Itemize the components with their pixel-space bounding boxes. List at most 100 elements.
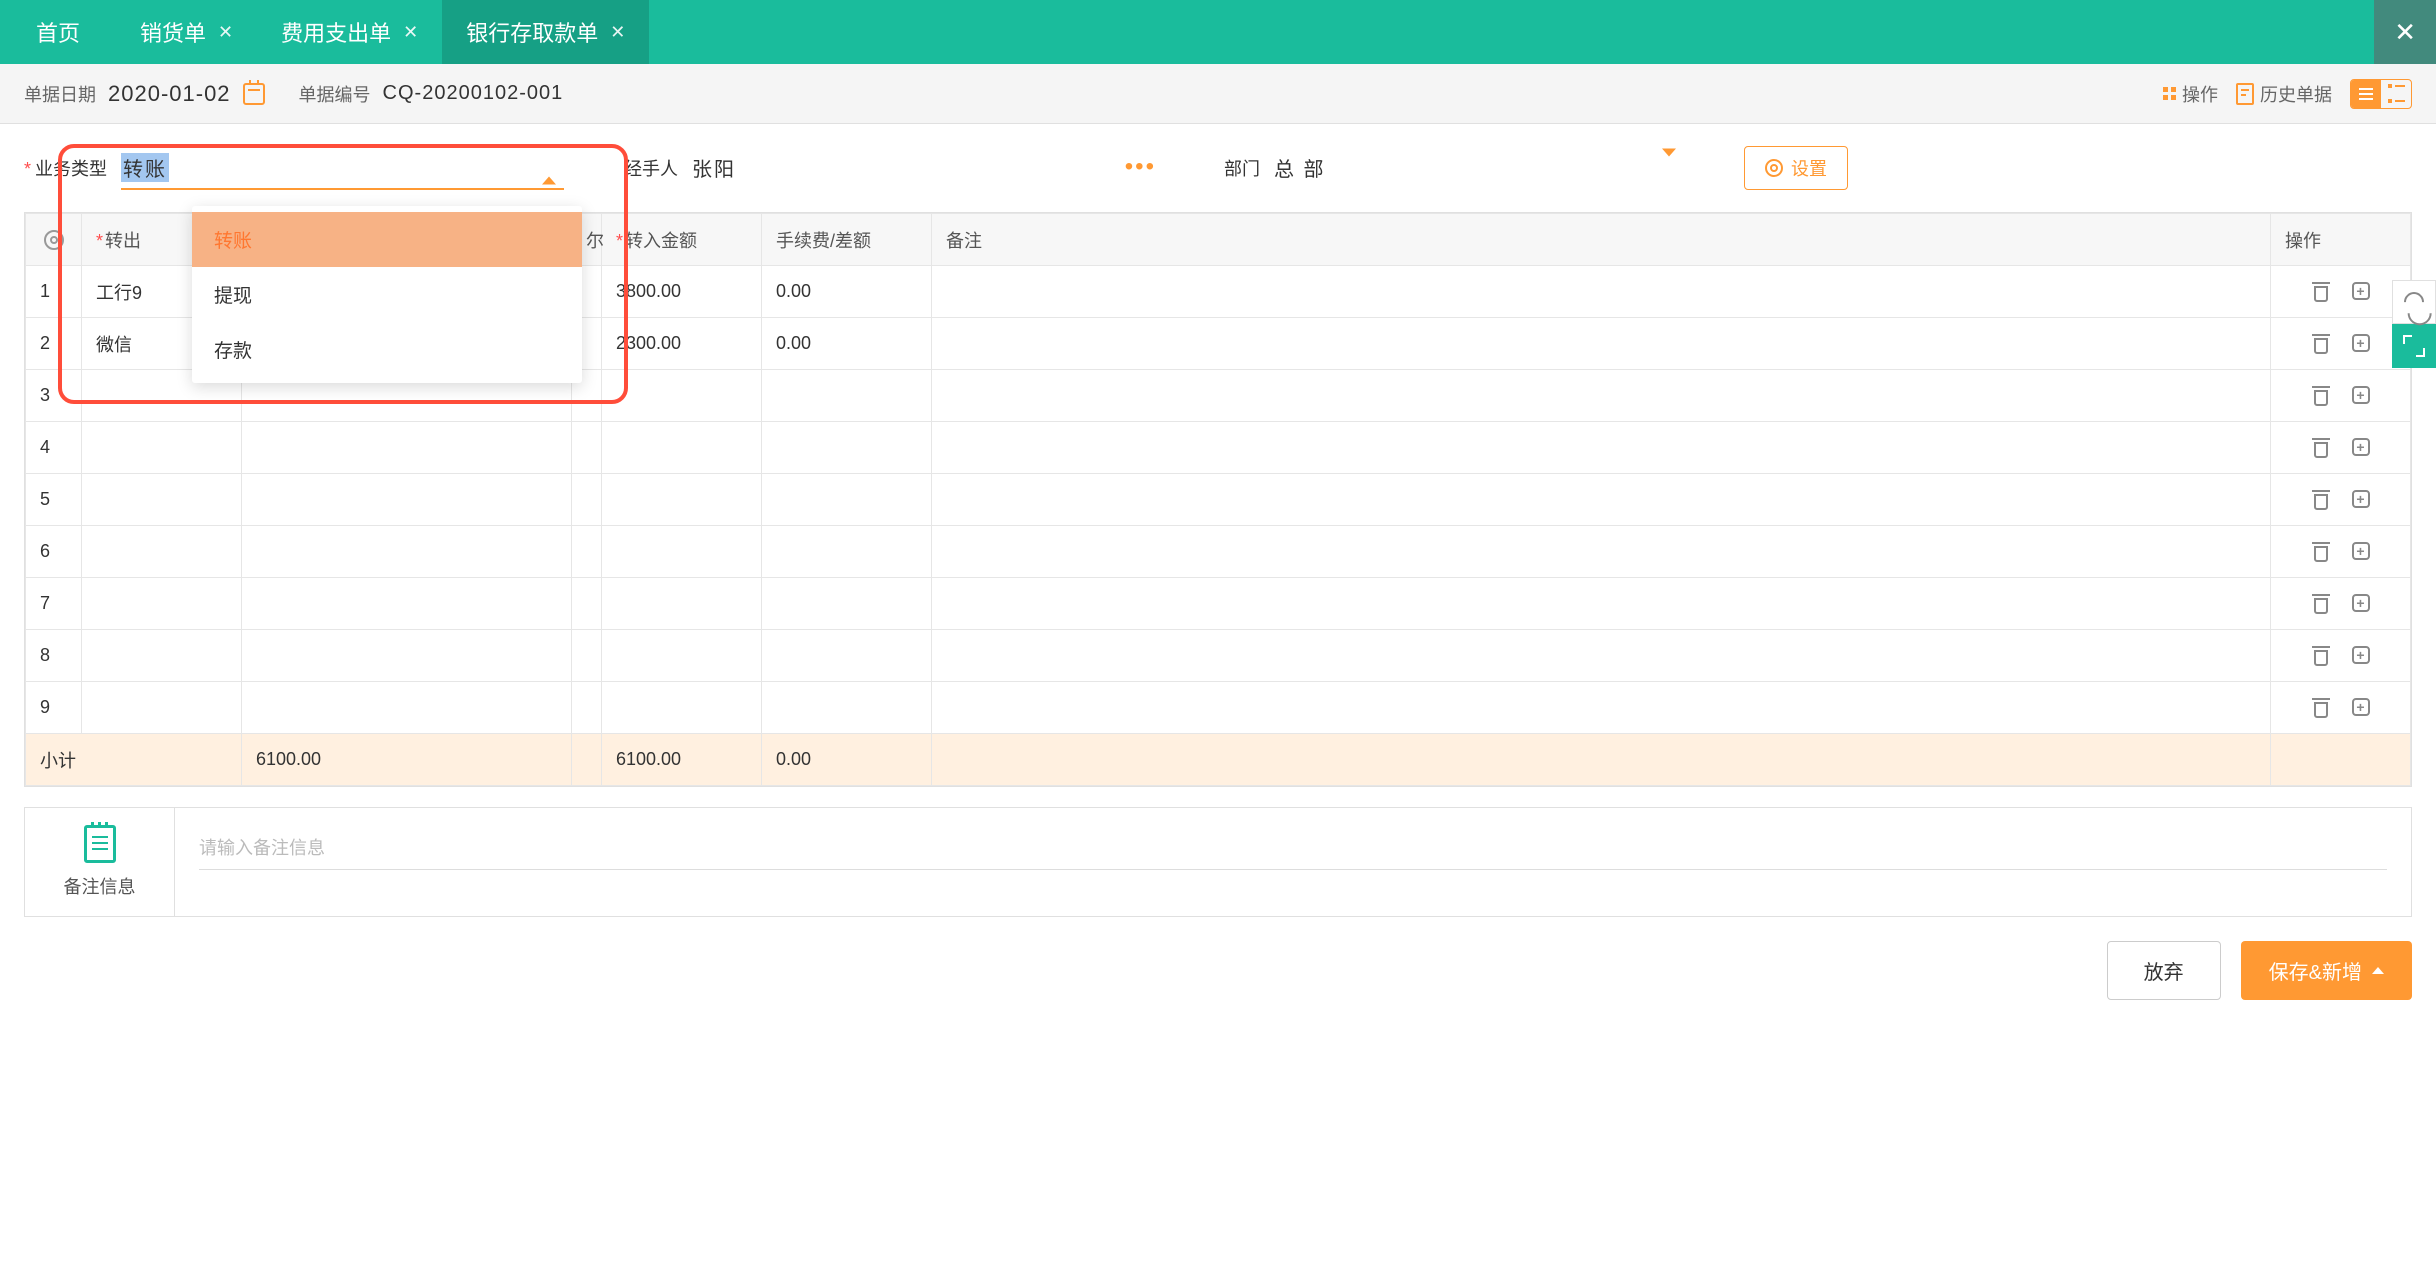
cell-in-account[interactable]: [572, 578, 602, 630]
cell-in-amount[interactable]: [602, 682, 762, 734]
table-row[interactable]: 7: [26, 578, 2411, 630]
delete-row-button[interactable]: [2312, 386, 2330, 406]
tab-home[interactable]: 首页: [0, 0, 116, 64]
dropdown-option-withdraw[interactable]: 提现: [192, 267, 582, 322]
date-value[interactable]: 2020-01-02: [108, 81, 231, 107]
cell-out-amount[interactable]: [242, 474, 572, 526]
copy-row-button[interactable]: [2352, 334, 2370, 352]
close-icon[interactable]: ✕: [403, 22, 418, 43]
dept-select[interactable]: 总 部: [1274, 147, 1684, 190]
table-row[interactable]: 6: [26, 526, 2411, 578]
cell-in-account[interactable]: [572, 526, 602, 578]
cell-in-account[interactable]: [572, 422, 602, 474]
delete-row-button[interactable]: [2312, 646, 2330, 666]
delete-row-button[interactable]: [2312, 282, 2330, 302]
view-detail-button[interactable]: [2381, 80, 2411, 108]
view-list-button[interactable]: [2351, 80, 2381, 108]
cell-remark[interactable]: [932, 318, 2271, 370]
delete-row-button[interactable]: [2312, 334, 2330, 354]
cell-in-amount[interactable]: 2300.00: [602, 318, 762, 370]
history-button[interactable]: 历史单据: [2236, 81, 2332, 107]
cell-out-account[interactable]: [82, 422, 242, 474]
dropdown-option-deposit[interactable]: 存款: [192, 322, 582, 377]
cell-out-amount[interactable]: [242, 526, 572, 578]
copy-row-button[interactable]: [2352, 698, 2370, 716]
cell-out-amount[interactable]: [242, 422, 572, 474]
dept-field: 部门 总 部: [1224, 147, 1684, 190]
cell-remark[interactable]: [932, 682, 2271, 734]
delete-row-button[interactable]: [2312, 438, 2330, 458]
cell-in-amount[interactable]: [602, 578, 762, 630]
table-row[interactable]: 9: [26, 682, 2411, 734]
cell-in-amount[interactable]: [602, 526, 762, 578]
cell-out-amount[interactable]: [242, 682, 572, 734]
table-row[interactable]: 8: [26, 630, 2411, 682]
cell-in-account[interactable]: [572, 474, 602, 526]
tab-expense[interactable]: 费用支出单✕: [257, 0, 442, 64]
cell-in-amount[interactable]: 3800.00: [602, 266, 762, 318]
copy-row-button[interactable]: [2352, 490, 2370, 508]
attachment-button[interactable]: [2392, 280, 2436, 324]
cell-remark[interactable]: [932, 266, 2271, 318]
cell-in-amount[interactable]: [602, 474, 762, 526]
cell-out-account[interactable]: [82, 578, 242, 630]
delete-row-button[interactable]: [2312, 698, 2330, 718]
table-row[interactable]: 4: [26, 422, 2411, 474]
cell-fee[interactable]: [762, 578, 932, 630]
cell-fee[interactable]: [762, 370, 932, 422]
cell-fee[interactable]: [762, 682, 932, 734]
row-index: 6: [26, 526, 82, 578]
operate-button[interactable]: 操作: [2163, 81, 2218, 107]
cell-remark[interactable]: [932, 474, 2271, 526]
calendar-icon[interactable]: [243, 83, 265, 105]
cell-fee[interactable]: [762, 630, 932, 682]
cell-remark[interactable]: [932, 422, 2271, 474]
delete-row-button[interactable]: [2312, 490, 2330, 510]
cell-out-account[interactable]: [82, 682, 242, 734]
close-icon[interactable]: ✕: [610, 22, 625, 43]
copy-row-button[interactable]: [2352, 594, 2370, 612]
tab-sales[interactable]: 销货单✕: [116, 0, 257, 64]
fullscreen-button[interactable]: [2392, 324, 2436, 368]
delete-row-button[interactable]: [2312, 542, 2330, 562]
copy-row-button[interactable]: [2352, 542, 2370, 560]
cell-fee[interactable]: 0.00: [762, 266, 932, 318]
cell-in-account[interactable]: [572, 682, 602, 734]
cell-fee[interactable]: 0.00: [762, 318, 932, 370]
cell-fee[interactable]: [762, 526, 932, 578]
settings-button[interactable]: 设置: [1744, 146, 1848, 190]
copy-row-button[interactable]: [2352, 282, 2370, 300]
delete-row-button[interactable]: [2312, 594, 2330, 614]
close-icon[interactable]: ✕: [218, 22, 233, 43]
cell-in-amount[interactable]: [602, 422, 762, 474]
cell-out-amount[interactable]: [242, 630, 572, 682]
cell-fee[interactable]: [762, 474, 932, 526]
more-icon[interactable]: •••: [1125, 153, 1156, 181]
remarks-input[interactable]: [199, 828, 2387, 870]
cell-remark[interactable]: [932, 526, 2271, 578]
cell-in-amount[interactable]: [602, 370, 762, 422]
save-label: 保存&新增: [2269, 956, 2362, 985]
handler-select[interactable]: 张阳 •••: [692, 147, 1164, 190]
cell-out-account[interactable]: [82, 474, 242, 526]
dropdown-option-transfer[interactable]: 转账: [192, 212, 582, 267]
discard-button[interactable]: 放弃: [2107, 941, 2221, 1000]
business-type-select[interactable]: 转账: [121, 147, 564, 190]
cell-out-account[interactable]: [82, 630, 242, 682]
copy-row-button[interactable]: [2352, 646, 2370, 664]
table-row[interactable]: 5: [26, 474, 2411, 526]
cell-in-account[interactable]: [572, 630, 602, 682]
cell-remark[interactable]: [932, 578, 2271, 630]
settings-column-header[interactable]: [26, 214, 82, 266]
copy-row-button[interactable]: [2352, 386, 2370, 404]
tab-bank[interactable]: 银行存取款单✕: [442, 0, 649, 64]
cell-fee[interactable]: [762, 422, 932, 474]
save-and-new-button[interactable]: 保存&新增: [2241, 941, 2412, 1000]
cell-out-amount[interactable]: [242, 578, 572, 630]
cell-in-amount[interactable]: [602, 630, 762, 682]
cell-out-account[interactable]: [82, 526, 242, 578]
cell-remark[interactable]: [932, 630, 2271, 682]
cell-remark[interactable]: [932, 370, 2271, 422]
copy-row-button[interactable]: [2352, 438, 2370, 456]
app-close-button[interactable]: ✕: [2374, 0, 2436, 64]
